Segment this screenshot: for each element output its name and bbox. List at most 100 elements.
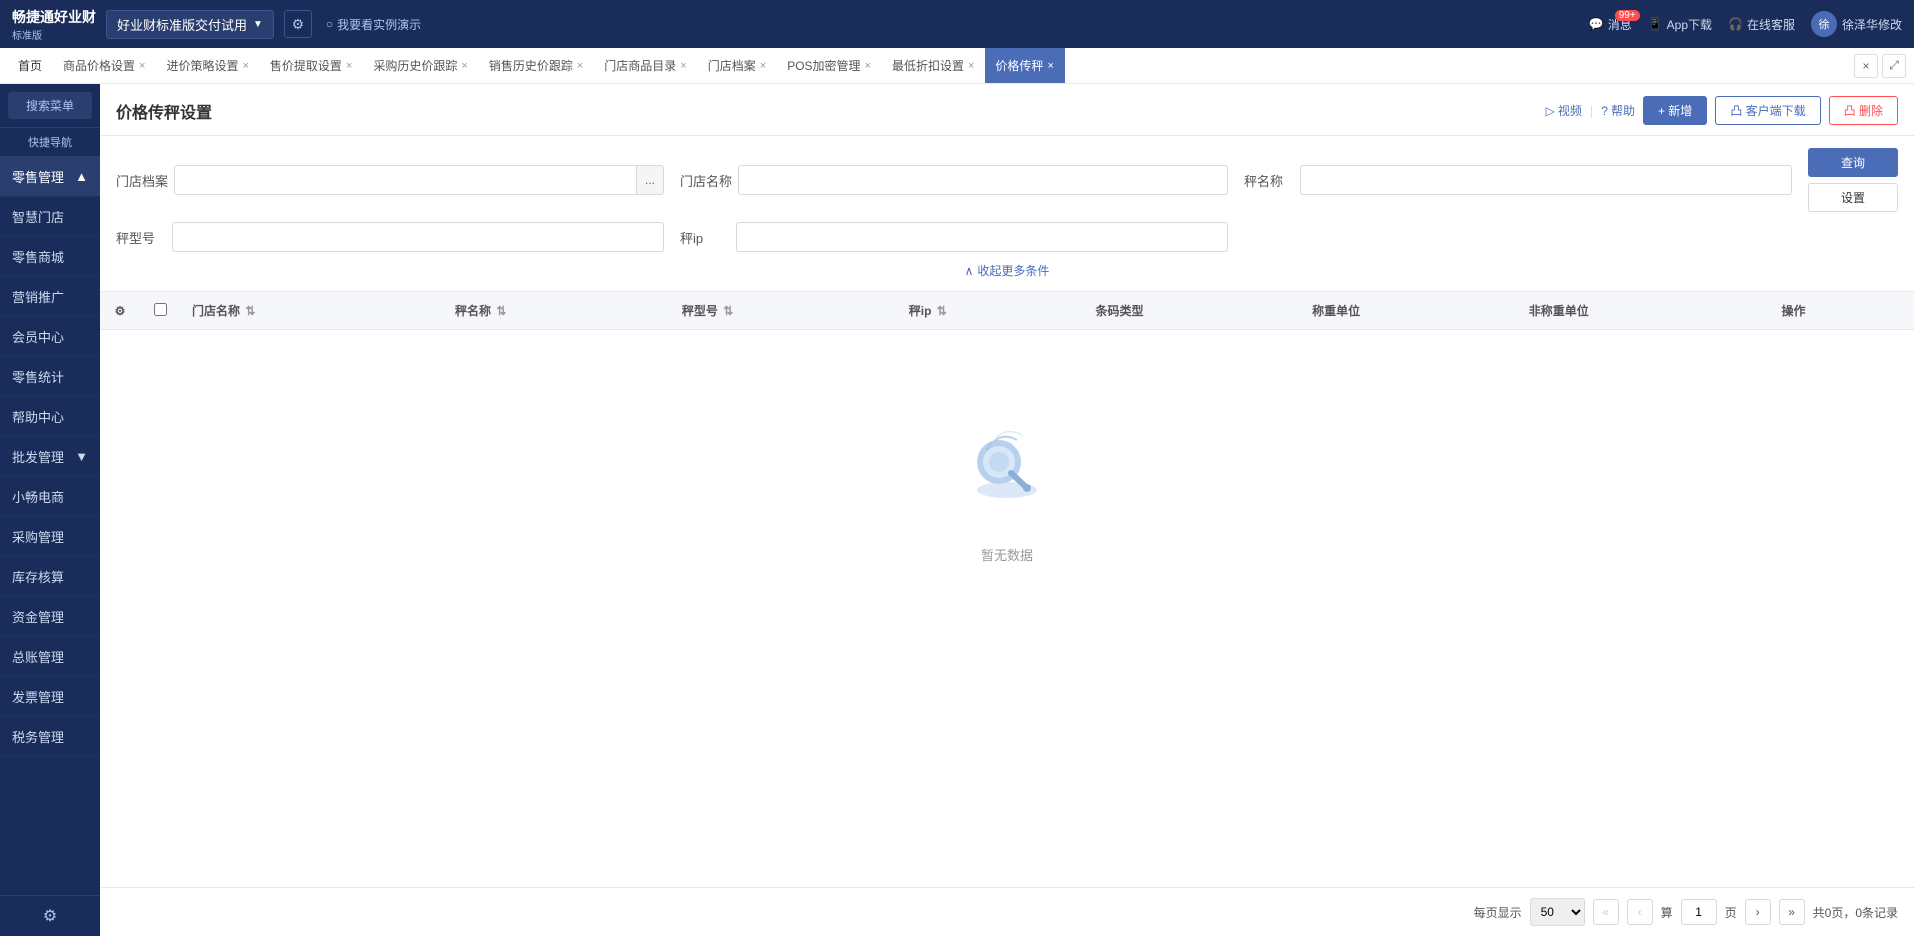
page-title-row: 价格传秤设置 ▷ 视频 | ? 帮助 + 新增 凸 客户端下载 bbox=[116, 96, 1898, 125]
tab-store-catalog-label: 门店商品目录 bbox=[604, 57, 676, 74]
tab-price-scale[interactable]: 价格传秤 × bbox=[985, 48, 1064, 84]
tab-min-discount[interactable]: 最低折扣设置 × bbox=[882, 48, 985, 84]
first-page-button[interactable]: « bbox=[1593, 899, 1619, 925]
store-file-dots-button[interactable]: ... bbox=[637, 165, 664, 195]
logo-sub: 标准版 bbox=[12, 27, 42, 42]
tab-min-discount-close[interactable]: × bbox=[968, 60, 974, 72]
tab-purchase-history[interactable]: 采购历史价跟踪 × bbox=[363, 48, 478, 84]
general-ledger-label: 总账管理 bbox=[12, 647, 64, 666]
sidebar-item-inventory[interactable]: 库存核算 bbox=[0, 557, 100, 597]
purchase-label: 采购管理 bbox=[12, 527, 64, 546]
pagination: 每页显示 50 10 20 100 « ‹ 算 1 页 › » 共0页，0条记录 bbox=[100, 887, 1914, 936]
th-barcode-type-label: 条码类型 bbox=[1096, 304, 1144, 318]
tab-sales-history-label: 销售历史价跟踪 bbox=[489, 57, 573, 74]
sidebar-settings-icon[interactable]: ⚙ bbox=[43, 906, 57, 926]
smart-store-label: 智慧门店 bbox=[12, 207, 64, 226]
tab-purchase-strategy[interactable]: 进价策略设置 × bbox=[156, 48, 259, 84]
column-gear-icon[interactable]: ⚙ bbox=[115, 304, 126, 318]
filter-scale-model: 秤型号 bbox=[116, 222, 664, 252]
th-scale-ip-label: 秤ip bbox=[909, 304, 932, 318]
avatar-text: 徐 bbox=[1818, 16, 1829, 32]
th-gear: ⚙ bbox=[100, 292, 140, 330]
expand-tab-button[interactable]: ⤢ bbox=[1882, 54, 1906, 78]
user-profile[interactable]: 徐 徐泽华修改 bbox=[1811, 11, 1902, 37]
tab-store-file-close[interactable]: × bbox=[760, 60, 766, 72]
collapse-icon: ∧ bbox=[965, 264, 974, 278]
version-selector[interactable]: 好业财标准版交付试用 ▼ bbox=[106, 10, 274, 39]
version-label: 好业财标准版交付试用 bbox=[117, 15, 247, 34]
demo-link[interactable]: 我要看实例演示 bbox=[326, 16, 421, 33]
delete-button[interactable]: 凸 删除 bbox=[1829, 96, 1898, 125]
tab-price-settings[interactable]: 商品价格设置 × bbox=[53, 48, 156, 84]
sidebar-item-mini-ecommerce[interactable]: 小畅电商 bbox=[0, 477, 100, 517]
app-download-button[interactable]: 📱 App下载 bbox=[1648, 16, 1712, 33]
sort-scale-name-icon[interactable]: ⇅ bbox=[496, 304, 506, 318]
search-menu-button[interactable]: 搜索菜单 bbox=[8, 92, 92, 119]
settings-icon[interactable]: ⚙ bbox=[284, 10, 312, 38]
online-service-label: 在线客服 bbox=[1747, 16, 1795, 33]
help-link[interactable]: ? 帮助 bbox=[1601, 102, 1635, 119]
sidebar-item-retail-stats[interactable]: 零售统计 bbox=[0, 357, 100, 397]
sort-scale-model-icon[interactable]: ⇅ bbox=[723, 304, 733, 318]
add-button[interactable]: + 新增 bbox=[1643, 96, 1707, 125]
sidebar-item-marketing[interactable]: 营销推广 bbox=[0, 277, 100, 317]
tab-home-label: 首页 bbox=[18, 57, 42, 74]
sidebar-item-general-ledger[interactable]: 总账管理 bbox=[0, 637, 100, 677]
app-download-label: App下载 bbox=[1667, 16, 1712, 33]
last-page-button[interactable]: » bbox=[1779, 899, 1805, 925]
online-service-button[interactable]: 🎧 在线客服 bbox=[1728, 16, 1795, 33]
sidebar: 搜索菜单 快捷导航 零售管理 ▲ 智慧门店 零售商城 营销推广 会员中心 bbox=[0, 84, 100, 936]
tab-store-file[interactable]: 门店档案 × bbox=[698, 48, 777, 84]
sidebar-item-wholesale[interactable]: 批发管理 ▼ bbox=[0, 437, 100, 477]
tab-home[interactable]: 首页 bbox=[8, 48, 53, 84]
tab-min-discount-label: 最低折扣设置 bbox=[892, 57, 964, 74]
download-button[interactable]: 凸 客户端下载 bbox=[1715, 96, 1820, 125]
scale-name-input[interactable] bbox=[1300, 165, 1792, 195]
tab-price-scale-label: 价格传秤 bbox=[995, 57, 1043, 74]
tab-sales-history[interactable]: 销售历史价跟踪 × bbox=[479, 48, 594, 84]
sidebar-item-smart-store[interactable]: 智慧门店 bbox=[0, 197, 100, 237]
sidebar-item-retail-mgmt[interactable]: 零售管理 ▲ bbox=[0, 157, 100, 197]
avatar: 徐 bbox=[1811, 11, 1837, 37]
sidebar-item-purchase[interactable]: 采购管理 bbox=[0, 517, 100, 557]
tab-purchase-strategy-close[interactable]: × bbox=[242, 60, 248, 72]
tab-sales-history-close[interactable]: × bbox=[577, 60, 583, 72]
tab-pos-management[interactable]: POS加密管理 × bbox=[777, 48, 882, 84]
page-size-select[interactable]: 50 10 20 100 bbox=[1530, 898, 1585, 926]
tab-purchase-history-close[interactable]: × bbox=[461, 60, 467, 72]
tab-store-catalog-close[interactable]: × bbox=[680, 60, 686, 72]
scale-ip-input[interactable] bbox=[736, 222, 1228, 252]
sidebar-item-help[interactable]: 帮助中心 bbox=[0, 397, 100, 437]
next-page-button[interactable]: › bbox=[1745, 899, 1771, 925]
collapse-button[interactable]: ∧ 收起更多条件 bbox=[965, 262, 1050, 279]
tab-sale-price[interactable]: 售价提取设置 × bbox=[260, 48, 363, 84]
sidebar-item-tax[interactable]: 税务管理 bbox=[0, 717, 100, 757]
sidebar-item-funds[interactable]: 资金管理 bbox=[0, 597, 100, 637]
quick-nav-button[interactable]: 快捷导航 bbox=[0, 128, 100, 157]
sidebar-item-invoice[interactable]: 发票管理 bbox=[0, 677, 100, 717]
query-button[interactable]: 查询 bbox=[1808, 148, 1898, 177]
tab-pos-management-close[interactable]: × bbox=[865, 60, 871, 72]
setup-button[interactable]: 设置 bbox=[1808, 183, 1898, 212]
scale-model-input[interactable] bbox=[172, 222, 664, 252]
total-info: 共0页，0条记录 bbox=[1813, 904, 1898, 921]
logo-main: 畅捷通好业财 bbox=[12, 7, 96, 27]
tabs-bar: 首页 商品价格设置 × 进价策略设置 × 售价提取设置 × 采购历史价跟踪 × … bbox=[0, 48, 1914, 84]
messages-button[interactable]: 💬 消息 99+ bbox=[1589, 16, 1632, 33]
page-input[interactable]: 1 bbox=[1681, 899, 1717, 925]
tab-store-catalog[interactable]: 门店商品目录 × bbox=[594, 48, 697, 84]
th-store-name: 门店名称 ⇅ bbox=[180, 292, 443, 330]
sidebar-item-member[interactable]: 会员中心 bbox=[0, 317, 100, 357]
prev-page-button[interactable]: ‹ bbox=[1627, 899, 1653, 925]
select-all-checkbox[interactable] bbox=[154, 303, 167, 316]
tab-sale-price-close[interactable]: × bbox=[346, 60, 352, 72]
sidebar-item-retail-mall[interactable]: 零售商城 bbox=[0, 237, 100, 277]
store-file-input[interactable] bbox=[174, 165, 637, 195]
sort-scale-ip-icon[interactable]: ⇅ bbox=[937, 304, 947, 318]
store-name-input[interactable] bbox=[738, 165, 1228, 195]
tab-price-settings-close[interactable]: × bbox=[139, 60, 145, 72]
close-tab-button[interactable]: × bbox=[1854, 54, 1878, 78]
sort-store-name-icon[interactable]: ⇅ bbox=[245, 304, 255, 318]
video-link[interactable]: ▷ 视频 bbox=[1546, 102, 1582, 119]
tab-price-scale-close[interactable]: × bbox=[1047, 60, 1053, 72]
